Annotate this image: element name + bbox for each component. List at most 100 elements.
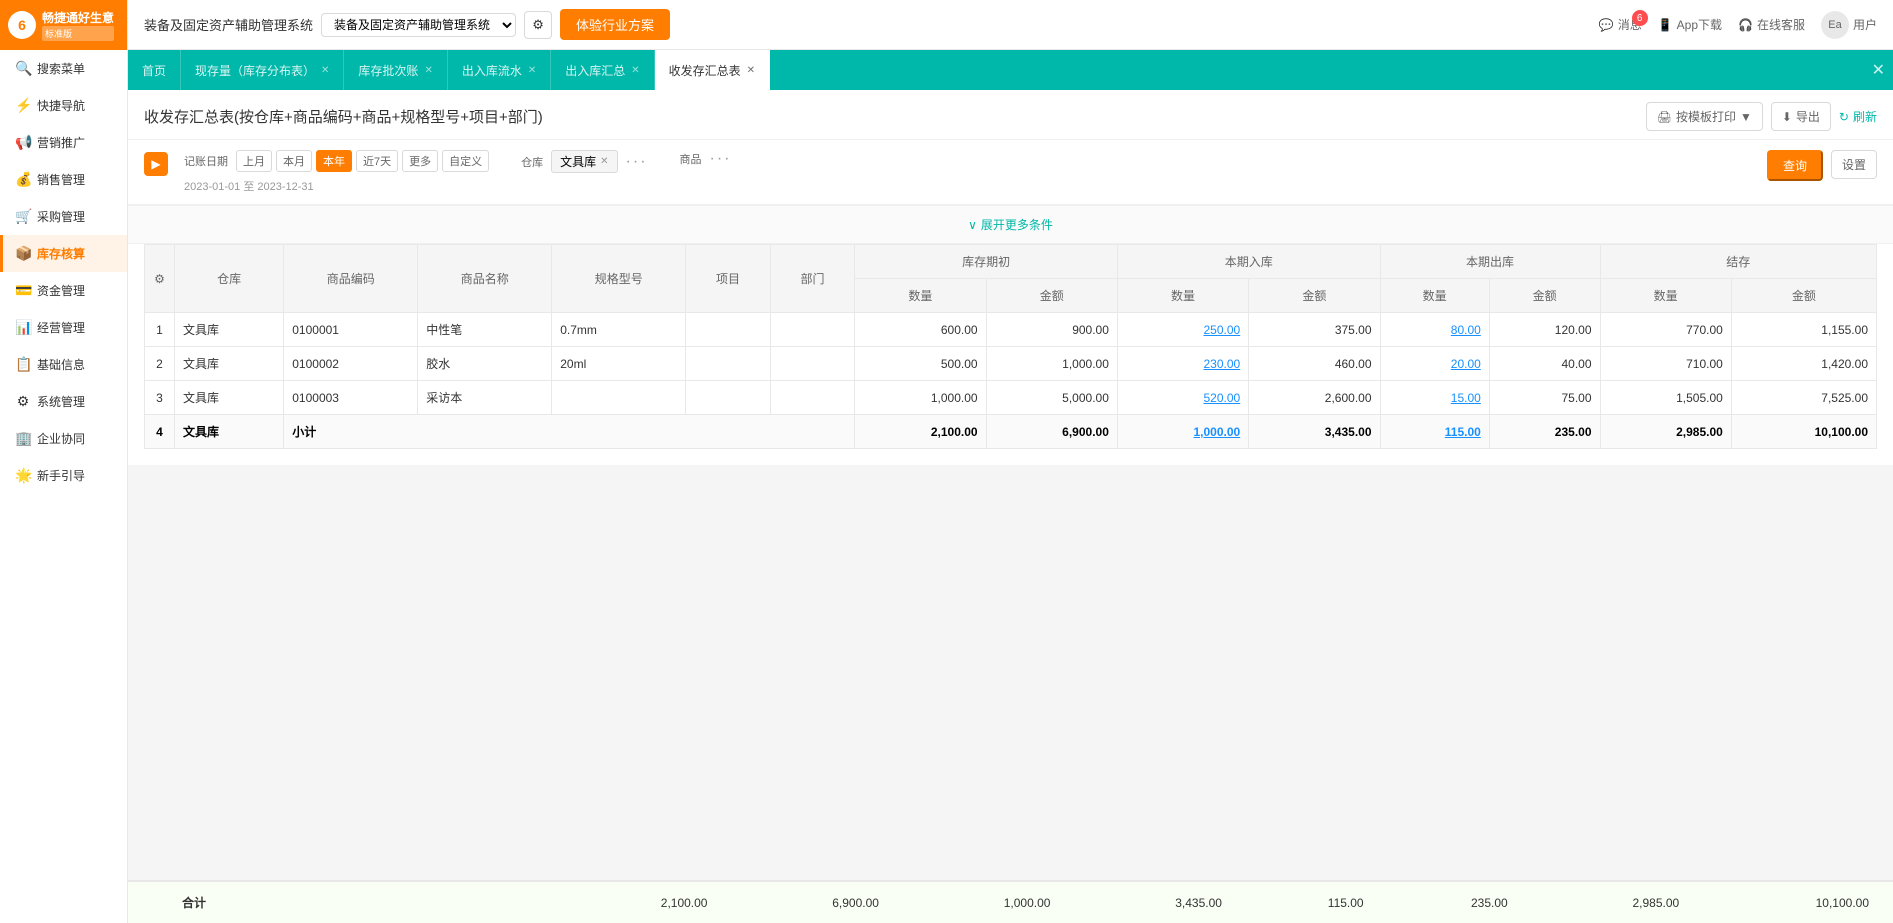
table-row: 1 文具库 0100001 中性笔 0.7mm 600.00 900.00 25… <box>145 313 1877 347</box>
row-closing-qty-2: 710.00 <box>1600 347 1731 381</box>
page-title-bar: 收发存汇总表(按仓库+商品编码+商品+规格型号+项目+部门) 🖨 按模板打印 ▼… <box>128 90 1893 140</box>
sidebar-item-inventory[interactable]: 📦库存核算 <box>0 235 127 272</box>
page-title: 收发存汇总表(按仓库+商品编码+商品+规格型号+项目+部门) <box>144 106 543 127</box>
print-dropdown-icon: ▼ <box>1740 110 1752 124</box>
row-settings-1[interactable]: 1 <box>145 313 175 347</box>
sidebar-item-finance[interactable]: 💳资金管理 <box>0 272 127 309</box>
sidebar-item-operation[interactable]: 📊经营管理 <box>0 309 127 346</box>
app-download-button[interactable]: 📱 App下载 <box>1658 16 1722 33</box>
sidebar-nav: 🔍搜索菜单⚡快捷导航📢营销推广💰销售管理🛒采购管理📦库存核算💳资金管理📊经营管理… <box>0 50 127 923</box>
user-menu-button[interactable]: Ea 用户 <box>1821 11 1877 39</box>
sidebar-item-purchase[interactable]: 🛒采购管理 <box>0 198 127 235</box>
sidebar-icon-purchase: 🛒 <box>15 208 31 225</box>
warehouse-filter-tag[interactable]: 文具库 ✕ <box>551 150 617 173</box>
warehouse-tag-close[interactable]: ✕ <box>600 156 608 167</box>
message-button[interactable]: 💬 消息 6 <box>1599 16 1642 33</box>
row-opening-qty-2: 500.00 <box>855 347 986 381</box>
subtotal-out-qty[interactable]: 115.00 <box>1380 415 1489 449</box>
tab-close-inout_summary[interactable]: ✕ <box>631 65 639 76</box>
tab-close-batch[interactable]: ✕ <box>424 65 432 76</box>
warehouse-more-button[interactable]: ··· <box>626 153 648 171</box>
row-settings-3[interactable]: 3 <box>145 381 175 415</box>
experience-button[interactable]: 体验行业方案 <box>560 9 670 40</box>
export-icon: ⬇ <box>1782 110 1792 124</box>
sidebar-icon-marketing: 📢 <box>15 134 31 151</box>
total-row: 合计 2,100.00 6,900.00 1,000.00 3,435.00 1… <box>144 890 1877 915</box>
sidebar-logo: 6 畅捷通好生意 标准版 <box>0 0 127 50</box>
sidebar-item-sales[interactable]: 💰销售管理 <box>0 161 127 198</box>
tab-home[interactable]: 首页 <box>128 50 181 90</box>
col-opening-header: 库存期初 <box>855 245 1118 279</box>
row-opening-amt-2: 1,000.00 <box>986 347 1117 381</box>
table-subtotal-row: 4 文具库 小计 2,100.00 6,900.00 1,000.00 3,43… <box>145 415 1877 449</box>
tab-stock_dist[interactable]: 现存量（库存分布表） ✕ <box>181 50 344 90</box>
query-button[interactable]: 查询 <box>1767 150 1823 181</box>
row-out-qty-2[interactable]: 20.00 <box>1380 347 1489 381</box>
row-in-amt-1: 375.00 <box>1249 313 1380 347</box>
sidebar-item-enterprise[interactable]: 🏢企业协同 <box>0 420 127 457</box>
row-out-qty-1[interactable]: 80.00 <box>1380 313 1489 347</box>
top-header: 装备及固定资产辅助管理系统 装备及固定资产辅助管理系统 ⚙ 体验行业方案 💬 消… <box>128 0 1893 50</box>
row-opening-amt-3: 5,000.00 <box>986 381 1117 415</box>
row-in-qty-3[interactable]: 520.00 <box>1117 381 1248 415</box>
sidebar-item-quick[interactable]: ⚡快捷导航 <box>0 87 127 124</box>
tab-close-inout_flow[interactable]: ✕ <box>528 65 536 76</box>
row-in-qty-2[interactable]: 230.00 <box>1117 347 1248 381</box>
headset-icon: 🎧 <box>1738 18 1753 32</box>
tab-bar-close-button[interactable]: ✕ <box>1864 60 1893 80</box>
tab-label-stock_dist: 现存量（库存分布表） <box>195 62 315 79</box>
tab-label-inout_summary: 出入库汇总 <box>565 62 625 79</box>
warehouse-filter-label: 仓库 <box>521 154 543 170</box>
online-service-button[interactable]: 🎧 在线客服 <box>1738 16 1805 33</box>
date-filter-label: 记账日期 <box>184 153 228 169</box>
row-settings-2[interactable]: 2 <box>145 347 175 381</box>
expand-more-button[interactable]: ∨ 展开更多条件 <box>968 212 1053 237</box>
date-btn-近7天[interactable]: 近7天 <box>356 150 398 172</box>
export-button[interactable]: ⬇ 导出 <box>1771 102 1831 131</box>
settings-gear-button[interactable]: ⚙ <box>524 11 552 39</box>
sidebar-item-search[interactable]: 🔍搜索菜单 <box>0 50 127 87</box>
tab-close-stock_dist[interactable]: ✕ <box>321 65 329 76</box>
sidebar-item-guide[interactable]: 🌟新手引导 <box>0 457 127 494</box>
print-button[interactable]: 🖨 按模板打印 ▼ <box>1646 102 1763 131</box>
sidebar-item-basic[interactable]: 📋基础信息 <box>0 346 127 383</box>
system-select[interactable]: 装备及固定资产辅助管理系统 <box>321 13 516 37</box>
filter-toggle-button[interactable]: ▶ <box>144 152 168 176</box>
sidebar-item-marketing[interactable]: 📢营销推广 <box>0 124 127 161</box>
subtotal-no: 4 <box>145 415 175 449</box>
row-out-amt-2: 40.00 <box>1489 347 1600 381</box>
subtotal-closing-qty: 2,985.00 <box>1600 415 1731 449</box>
tab-inout_summary[interactable]: 出入库汇总 ✕ <box>551 50 654 90</box>
col-out-qty-header: 数量 <box>1380 279 1489 313</box>
date-btn-本月[interactable]: 本月 <box>276 150 312 172</box>
print-icon: 🖨 <box>1657 110 1672 124</box>
tab-close-recv_send[interactable]: ✕ <box>747 65 755 76</box>
date-btn-更多[interactable]: 更多 <box>402 150 438 172</box>
col-warehouse-header: 仓库 <box>175 245 284 313</box>
date-btn-上月[interactable]: 上月 <box>236 150 272 172</box>
sidebar-label-guide: 新手引导 <box>37 467 85 484</box>
refresh-button[interactable]: ↻ 刷新 <box>1839 108 1877 125</box>
footer-total-table: 合计 2,100.00 6,900.00 1,000.00 3,435.00 1… <box>144 890 1877 915</box>
col-closing-header: 结存 <box>1600 245 1877 279</box>
row-name-2: 胶水 <box>418 347 552 381</box>
tab-batch[interactable]: 库存批次账 ✕ <box>344 50 447 90</box>
total-in-qty: 1,000.00 <box>887 890 1058 915</box>
tab-inout_flow[interactable]: 出入库流水✕ <box>448 50 551 90</box>
tab-label-batch: 库存批次账 <box>358 62 418 79</box>
row-closing-amt-1: 1,155.00 <box>1731 313 1876 347</box>
row-code-1: 0100001 <box>284 313 418 347</box>
row-out-qty-3[interactable]: 15.00 <box>1380 381 1489 415</box>
col-closing-qty-header: 数量 <box>1600 279 1731 313</box>
sidebar-label-inventory: 库存核算 <box>37 245 85 262</box>
subtotal-in-qty[interactable]: 1,000.00 <box>1117 415 1248 449</box>
table-settings-button[interactable]: 设置 <box>1831 150 1877 179</box>
tab-recv_send[interactable]: 收发存汇总表✕ <box>655 50 770 90</box>
sidebar-icon-system: ⚙ <box>15 393 31 410</box>
goods-more-button[interactable]: ··· <box>710 150 732 168</box>
row-in-qty-1[interactable]: 250.00 <box>1117 313 1248 347</box>
date-btn-本年[interactable]: 本年 <box>316 150 352 172</box>
date-btn-自定义[interactable]: 自定义 <box>442 150 489 172</box>
sidebar-item-system[interactable]: ⚙系统管理 <box>0 383 127 420</box>
row-out-amt-3: 75.00 <box>1489 381 1600 415</box>
